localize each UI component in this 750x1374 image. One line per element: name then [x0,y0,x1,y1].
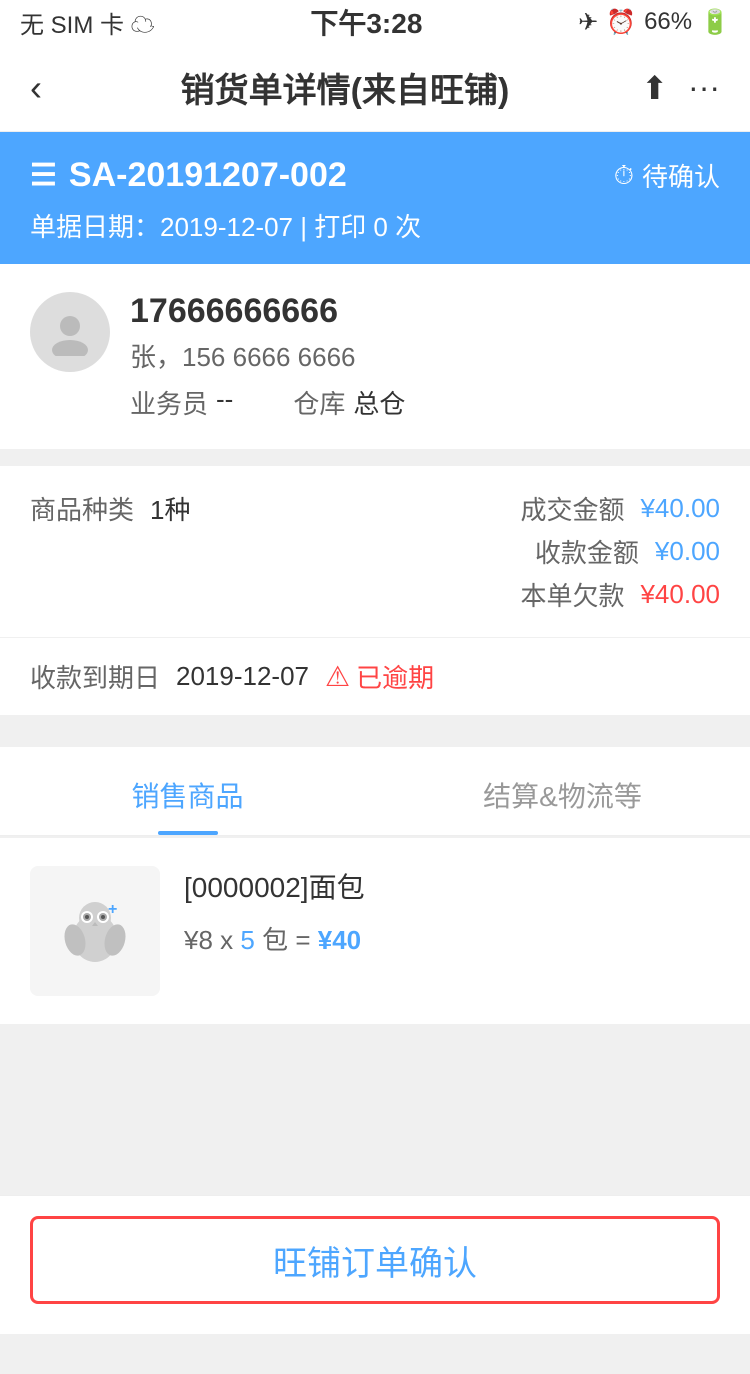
product-quantity: 5 [240,925,254,955]
customer-name: 张，156 6666 6666 [130,337,720,374]
confirm-order-button[interactable]: 旺铺订单确认 [30,1216,720,1304]
product-item: + [0000002]面包 ¥8 x 5 包 = ¥40 [0,838,750,1024]
summary-section: 商品种类 1种 成交金额 ¥40.00 收款金额 ¥0.00 本单欠款 ¥40.… [0,466,750,637]
order-number: ☰ SA-20191207-002 [30,156,347,195]
page-title: 销货单详情(来自旺铺) [90,63,600,112]
share-icon[interactable]: ⬆ [641,69,668,107]
deal-amount-row: 成交金额 ¥40.00 [520,490,720,527]
product-price: ¥8 x 5 包 = ¥40 [184,920,720,957]
salesperson-meta: 业务员 -- [130,384,233,421]
status-time: 下午3:28 [310,2,422,42]
salesperson-label: 业务员 [130,384,208,421]
battery-level: 66% [644,8,692,36]
order-status-badge: ⏱ 待确认 [614,157,720,194]
price-unit: ¥8 [184,925,213,955]
customer-section: 17666666666 张，156 6666 6666 业务员 -- 仓库 总仓 [0,264,750,450]
customer-info: 17666666666 张，156 6666 6666 业务员 -- 仓库 总仓 [130,292,720,421]
product-total: ¥40 [318,925,361,955]
order-number-text: SA-20191207-002 [69,156,347,195]
tabs-section: 销售商品 结算&物流等 [0,747,750,836]
collected-amount-value: ¥0.00 [655,536,720,567]
owed-amount-label: 本单欠款 [520,576,624,613]
battery-icon: 🔋 [700,8,730,37]
location-icon: ✈ [578,8,598,37]
owed-amount-row: 本单欠款 ¥40.00 [520,576,720,613]
bottom-bar: 旺铺订单确认 [0,1195,750,1334]
svg-text:+: + [108,901,117,918]
product-thumbnail: + [30,866,160,996]
status-left: 无 SIM 卡 ☁ [20,5,155,40]
warehouse-label: 仓库 [293,384,345,421]
warehouse-value: 总仓 [353,384,405,421]
overdue-text: 已逾期 [356,658,434,695]
clock-icon: ⏱ [614,160,634,192]
salesperson-value: -- [216,384,233,421]
overdue-badge: ⚠ 已逾期 [325,658,434,695]
multiply-sign: x [220,925,240,955]
warehouse-meta: 仓库 总仓 [293,384,405,421]
deal-amount-value: ¥40.00 [640,493,720,524]
order-status-text: 待确认 [642,157,720,194]
owed-amount-value: ¥40.00 [640,579,720,610]
order-header-card: ☰ SA-20191207-002 ⏱ 待确认 单据日期：2019-12-07 … [0,132,750,264]
more-icon[interactable]: ··· [688,69,720,106]
tab-sales-products[interactable]: 销售商品 [0,747,375,835]
product-types-label: 商品种类 [30,490,134,527]
back-button[interactable]: ‹ [30,67,90,109]
tabs-header: 销售商品 结算&物流等 [0,747,750,836]
collected-amount-label: 收款金额 [535,533,639,570]
product-types-value: 1种 [150,490,190,527]
equals-sign: = [295,925,317,955]
sim-status: 无 SIM 卡 ☁ [20,5,155,40]
overdue-icon: ⚠ [325,660,350,693]
order-date: 单据日期：2019-12-07 | 打印 0 次 [30,207,720,244]
product-types: 商品种类 1种 [30,490,190,527]
empty-content-area [0,1024,750,1224]
due-date-label: 收款到期日 [30,658,160,695]
customer-phone: 17666666666 [130,292,720,331]
nav-actions: ⬆ ··· [600,69,720,107]
status-bar: 无 SIM 卡 ☁ 下午3:28 ✈ ⏰ 66% 🔋 [0,0,750,44]
amounts-summary: 成交金额 ¥40.00 收款金额 ¥0.00 本单欠款 ¥40.00 [520,490,720,613]
tab-settlement[interactable]: 结算&物流等 [375,747,750,835]
order-icon: ☰ [30,158,57,193]
customer-meta: 业务员 -- 仓库 总仓 [130,384,720,421]
nav-bar: ‹ 销货单详情(来自旺铺) ⬆ ··· [0,44,750,132]
collected-amount-row: 收款金额 ¥0.00 [535,533,720,570]
due-date-value: 2019-12-07 [176,661,309,692]
customer-avatar [30,292,110,372]
deal-amount-label: 成交金额 [520,490,624,527]
due-date-section: 收款到期日 2019-12-07 ⚠ 已逾期 [0,637,750,715]
product-id: [0000002] [184,872,309,903]
product-name: [0000002]面包 [184,866,720,906]
product-unit: 包 [262,925,288,955]
status-right: ✈ ⏰ 66% 🔋 [578,8,730,37]
alarm-icon: ⏰ [606,8,636,37]
product-info: [0000002]面包 ¥8 x 5 包 = ¥40 [184,866,720,957]
product-name-text: 面包 [309,872,365,903]
